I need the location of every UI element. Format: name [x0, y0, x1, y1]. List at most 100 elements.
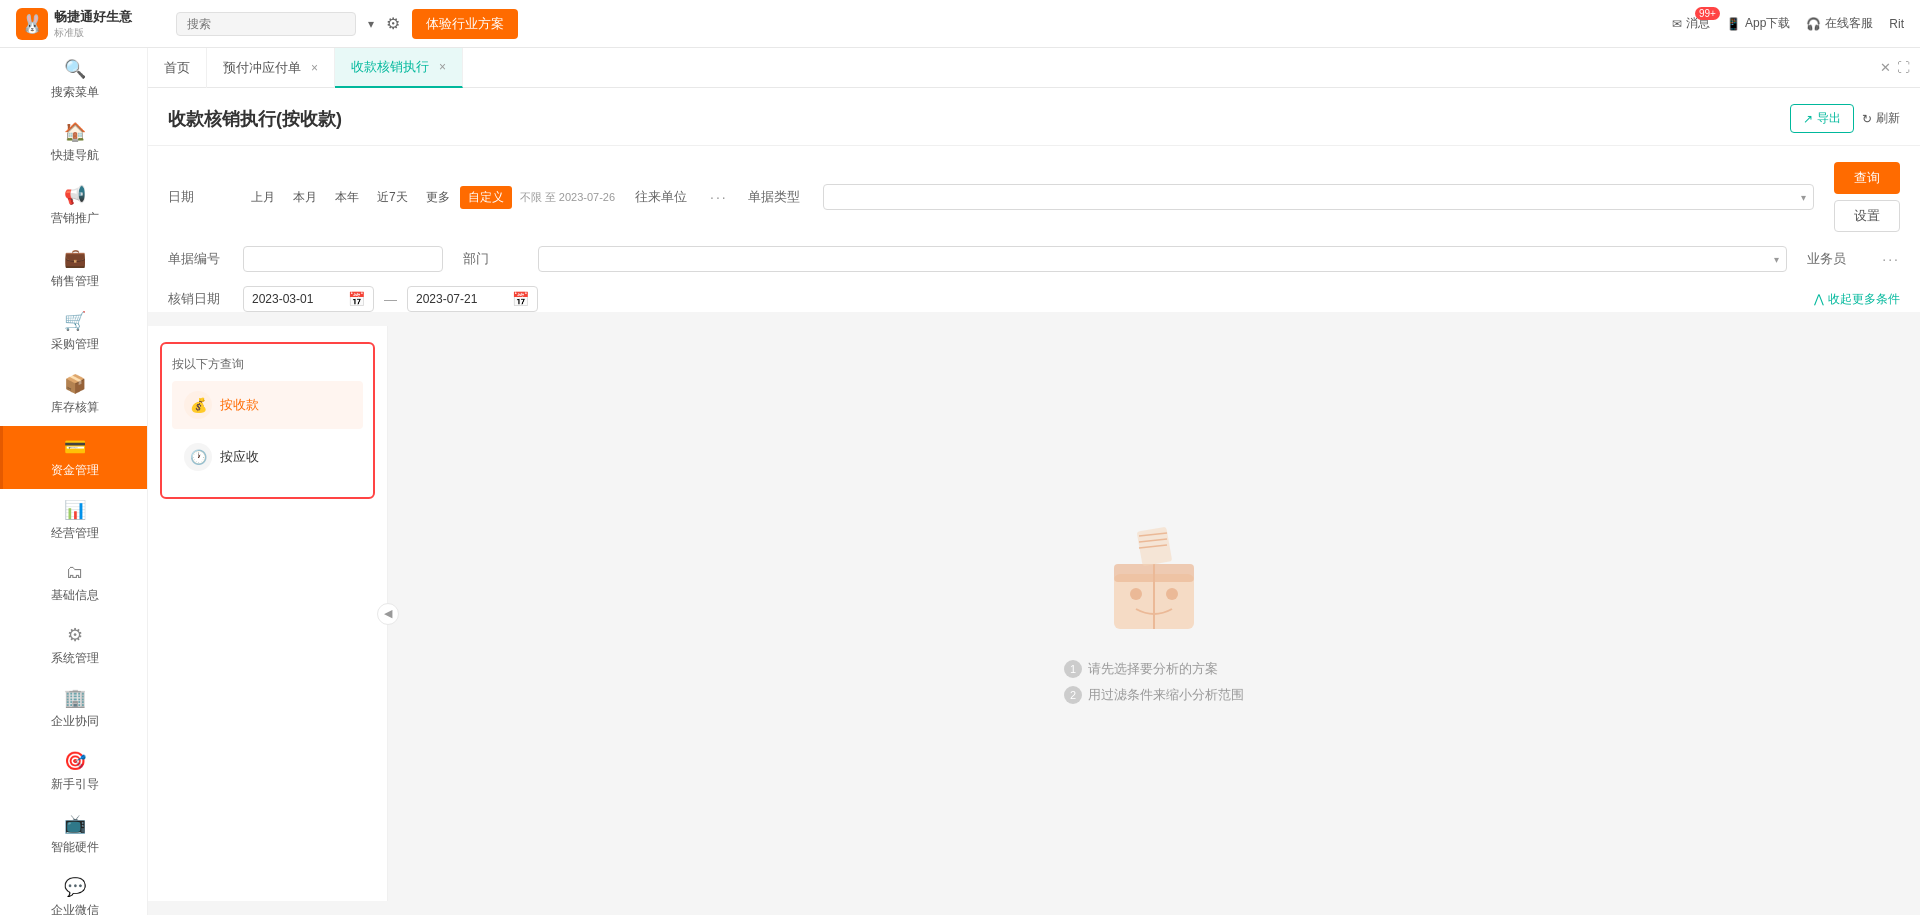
- date-tab-7days[interactable]: 近7天: [369, 186, 416, 209]
- message-badge: 99+: [1695, 7, 1720, 20]
- query-type-title: 按以下方查询: [172, 356, 363, 373]
- sidebar-item-enterprise[interactable]: 🏢 企业协同: [0, 677, 147, 740]
- query-btn[interactable]: 查询: [1834, 162, 1900, 194]
- search-icon: 🔍: [64, 58, 86, 80]
- export-icon: ↗: [1803, 112, 1813, 126]
- top-header: 🐰 畅捷通好生意 标准版 ▾ ⚙ 体验行业方案 ✉ 消息 99+ 📱 App下载…: [0, 0, 1920, 48]
- date-tab-last-month[interactable]: 上月: [243, 186, 283, 209]
- tab-verify-close[interactable]: ×: [439, 60, 446, 74]
- date-tab-this-month[interactable]: 本月: [285, 186, 325, 209]
- sidebar-item-inventory[interactable]: 📦 库存核算: [0, 363, 147, 426]
- filter-option-receivable[interactable]: 🕐 按应收: [172, 433, 363, 481]
- doctype-select[interactable]: [823, 184, 1814, 210]
- sidebar-label-search: 搜索菜单: [51, 84, 99, 101]
- sidebar-item-wechat[interactable]: 💬 企业微信: [0, 866, 147, 915]
- main-layout: 🔍 搜索菜单 🏠 快捷导航 📢 营销推广 💼 销售管理 🛒 采购管理 📦 库存核…: [0, 48, 1920, 915]
- settings-btn[interactable]: 设置: [1834, 200, 1900, 232]
- sidebar-label-base: 基础信息: [51, 587, 99, 604]
- sidebar-item-quicknav[interactable]: 🏠 快捷导航: [0, 111, 147, 174]
- docnum-input[interactable]: [243, 246, 443, 272]
- date-range-hint: 不限 至 2023-07-26: [520, 190, 615, 205]
- main-table-area: 1 请先选择要分析的方案 2 用过滤条件来缩小分析范围: [388, 326, 1920, 901]
- calendar-end-icon[interactable]: 📅: [512, 291, 529, 307]
- app-icon: 📱: [1726, 17, 1741, 31]
- sidebar-label-quicknav: 快捷导航: [51, 147, 99, 164]
- app-download-btn[interactable]: 📱 App下载: [1726, 15, 1790, 32]
- tab-prepay-close[interactable]: ×: [311, 61, 318, 75]
- date-tab-more[interactable]: 更多: [418, 186, 458, 209]
- sidebar-item-search[interactable]: 🔍 搜索菜单: [0, 48, 147, 111]
- sidebar-item-finance[interactable]: 💳 资金管理: [0, 426, 147, 489]
- date-tab-this-year[interactable]: 本年: [327, 186, 367, 209]
- tab-close-icon[interactable]: ✕: [1880, 60, 1891, 75]
- verify-date-label: 核销日期: [168, 290, 223, 308]
- message-icon: ✉: [1672, 17, 1682, 31]
- app-title: 畅捷通好生意: [54, 8, 132, 26]
- date-tabs: 上月 本月 本年 近7天 更多 自定义 不限 至 2023-07-26: [243, 186, 615, 209]
- refresh-label: 刷新: [1876, 110, 1900, 127]
- guide-icon: 🎯: [64, 750, 86, 772]
- wechat-icon: 💬: [64, 876, 86, 898]
- main-body: 按以下方查询 💰 按收款 🕐 按应收 ◀: [148, 326, 1920, 901]
- search-input[interactable]: [176, 12, 356, 36]
- page-title: 收款核销执行(按收款): [168, 107, 342, 131]
- counterpart-input[interactable]: ···: [710, 189, 728, 205]
- receipt-icon: 💰: [184, 391, 212, 419]
- logo-text: 畅捷通好生意 标准版: [54, 8, 132, 40]
- hint-2-num: 2: [1064, 686, 1082, 704]
- query-type-panel: 按以下方查询 💰 按收款 🕐 按应收: [160, 342, 375, 499]
- sidebar-label-guide: 新手引导: [51, 776, 99, 793]
- sidebar-item-system[interactable]: ⚙ 系统管理: [0, 614, 147, 677]
- tab-prepay[interactable]: 预付冲应付单 ×: [207, 48, 335, 88]
- collapse-more-btn[interactable]: ⋀ 收起更多条件: [1814, 291, 1900, 308]
- filter-option-receipt[interactable]: 💰 按收款: [172, 381, 363, 429]
- page-area: 收款核销执行(按收款) ↗ 导出 ↻ 刷新 日期: [148, 88, 1920, 915]
- date-label: 日期: [168, 188, 223, 206]
- refresh-btn[interactable]: ↻ 刷新: [1862, 104, 1900, 133]
- verify-date-end[interactable]: [416, 292, 506, 306]
- operation-icon: 📊: [64, 499, 86, 521]
- date-range-separator: —: [384, 292, 397, 307]
- empty-hints: 1 请先选择要分析的方案 2 用过滤条件来缩小分析范围: [1064, 660, 1244, 704]
- export-btn[interactable]: ↗ 导出: [1790, 104, 1854, 133]
- tab-home[interactable]: 首页: [148, 48, 207, 88]
- user-menu[interactable]: Rit: [1889, 17, 1904, 31]
- docnum-label: 单据编号: [168, 250, 223, 268]
- hint-1: 1 请先选择要分析的方案: [1064, 660, 1244, 678]
- receipt-label: 按收款: [220, 396, 259, 414]
- sidebar-item-purchase[interactable]: 🛒 采购管理: [0, 300, 147, 363]
- sidebar-label-inventory: 库存核算: [51, 399, 99, 416]
- sidebar-item-marketing[interactable]: 📢 营销推广: [0, 174, 147, 237]
- date-tab-custom[interactable]: 自定义: [460, 186, 512, 209]
- calendar-start-icon[interactable]: 📅: [348, 291, 365, 307]
- sidebar-item-operation[interactable]: 📊 经营管理: [0, 489, 147, 552]
- sidebar-item-hardware[interactable]: 📺 智能硬件: [0, 803, 147, 866]
- dept-select[interactable]: [538, 246, 1787, 272]
- online-service-btn[interactable]: 🎧 在线客服: [1806, 15, 1873, 32]
- tab-verify-label: 收款核销执行: [351, 58, 429, 76]
- sidebar: 🔍 搜索菜单 🏠 快捷导航 📢 营销推广 💼 销售管理 🛒 采购管理 📦 库存核…: [0, 48, 148, 915]
- enterprise-icon: 🏢: [64, 687, 86, 709]
- industry-btn[interactable]: 体验行业方案: [412, 9, 518, 39]
- sidebar-label-hardware: 智能硬件: [51, 839, 99, 856]
- sidebar-item-sales[interactable]: 💼 销售管理: [0, 237, 147, 300]
- verify-date-start[interactable]: [252, 292, 342, 306]
- tab-verify[interactable]: 收款核销执行 ×: [335, 48, 463, 88]
- sidebar-label-operation: 经营管理: [51, 525, 99, 542]
- hint-2: 2 用过滤条件来缩小分析范围: [1064, 686, 1244, 704]
- tab-fullscreen-icon[interactable]: ⛶: [1897, 60, 1910, 75]
- salesperson-input[interactable]: ···: [1882, 251, 1900, 267]
- logo-icon: 🐰: [16, 8, 48, 40]
- header-right: ✉ 消息 99+ 📱 App下载 🎧 在线客服 Rit: [1672, 15, 1904, 32]
- search-dropdown-icon[interactable]: ▾: [368, 17, 374, 31]
- sidebar-item-guide[interactable]: 🎯 新手引导: [0, 740, 147, 803]
- panel-collapse-arrow[interactable]: ◀: [377, 603, 399, 625]
- sidebar-item-base[interactable]: 🗂 基础信息: [0, 552, 147, 614]
- settings-icon[interactable]: ⚙: [386, 14, 400, 33]
- filter-container: 日期 上月 本月 本年 近7天 更多 自定义 不限 至 2023-07-26 往…: [148, 146, 1920, 312]
- doctype-label: 单据类型: [748, 188, 803, 206]
- sidebar-label-marketing: 营销推广: [51, 210, 99, 227]
- export-label: 导出: [1817, 110, 1841, 127]
- svg-point-4: [1166, 588, 1178, 600]
- message-btn[interactable]: ✉ 消息 99+: [1672, 15, 1710, 32]
